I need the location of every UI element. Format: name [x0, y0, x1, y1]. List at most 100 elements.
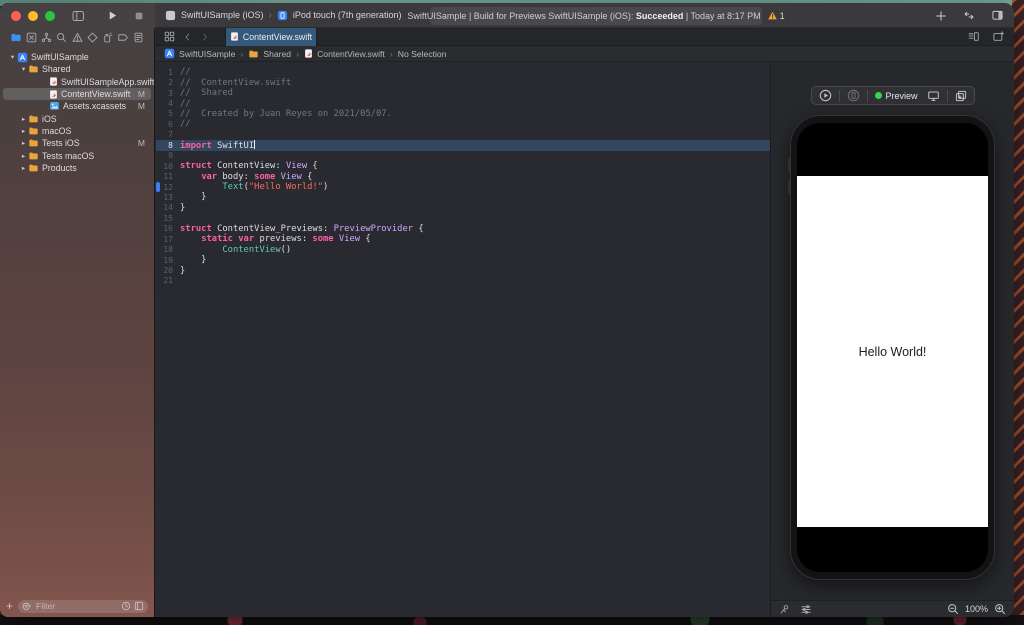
- line-number[interactable]: 16: [156, 224, 180, 233]
- go-back-icon[interactable]: [184, 32, 192, 42]
- code-line-13[interactable]: 13 }: [156, 192, 770, 202]
- library-add-icon[interactable]: [935, 10, 947, 22]
- tests-navigator-icon[interactable]: [87, 32, 98, 43]
- line-number[interactable]: 19: [156, 256, 180, 265]
- tree-item-swiftuisampleapp-swift[interactable]: SwiftUISampleApp.swift: [3, 76, 154, 88]
- toggle-navigator-icon[interactable]: [71, 10, 85, 22]
- tree-item-tests-macos[interactable]: ▸ Tests macOS: [3, 149, 151, 161]
- scm-status-filter-icon[interactable]: [134, 601, 144, 611]
- disclosure-right-icon[interactable]: ▸: [19, 127, 28, 135]
- line-number[interactable]: 1: [156, 68, 180, 77]
- code-line-12[interactable]: 12 Text("Hello World!"): [156, 182, 770, 192]
- code-line-2[interactable]: 2// ContentView.swift: [156, 77, 770, 88]
- tree-item-products[interactable]: ▸ Products: [3, 162, 151, 174]
- line-number[interactable]: 20: [156, 266, 180, 275]
- disclosure-down-icon[interactable]: ▾: [8, 53, 17, 61]
- code-line-20[interactable]: 20}: [156, 265, 770, 276]
- source-control-navigator-icon[interactable]: [26, 32, 37, 43]
- code-line-9[interactable]: 9: [156, 151, 770, 161]
- related-items-icon[interactable]: [164, 31, 175, 42]
- disclosure-right-icon[interactable]: ▸: [19, 139, 28, 147]
- tree-item-macos[interactable]: ▸ macOS: [3, 125, 151, 137]
- canvas-adjustments-icon[interactable]: [800, 604, 812, 615]
- inspector-panel-icon[interactable]: [991, 10, 1004, 21]
- zoom-out-icon[interactable]: [947, 603, 959, 615]
- code-line-16[interactable]: 16 struct ContentView_Previews: PreviewPr…: [156, 224, 770, 234]
- issues-navigator-icon[interactable]: [72, 32, 83, 43]
- disclosure-down-icon[interactable]: ▾: [19, 65, 28, 73]
- go-forward-icon[interactable]: [201, 32, 209, 42]
- filter-field[interactable]: Filter: [18, 599, 148, 613]
- warning-badge[interactable]: 1: [767, 11, 785, 21]
- disclosure-right-icon[interactable]: ▸: [19, 152, 28, 160]
- tree-item-ios[interactable]: ▸ iOS: [3, 112, 151, 124]
- code-line-15[interactable]: 15: [156, 213, 770, 223]
- run-button[interactable]: [107, 10, 118, 21]
- breakpoints-navigator-icon[interactable]: [117, 32, 129, 43]
- code-line-6[interactable]: 6//: [156, 119, 770, 129]
- code-line-8[interactable]: 8 import SwiftUI: [156, 139, 770, 151]
- code-line-14[interactable]: 14}: [156, 203, 770, 213]
- tree-item-tests-ios[interactable]: ▸ Tests iOS M: [3, 137, 151, 149]
- source-code-editor[interactable]: 1//2// ContentView.swift 3// Shared 4//5//…: [156, 62, 770, 617]
- scheme-project-label[interactable]: SwiftUISample (iOS): [181, 10, 264, 20]
- line-number[interactable]: 18: [156, 245, 180, 254]
- line-number[interactable]: 6: [156, 120, 180, 129]
- line-number[interactable]: 4: [156, 99, 180, 108]
- preview-on-device-button[interactable]: [925, 87, 947, 104]
- line-number[interactable]: 5: [156, 109, 180, 118]
- tree-item-assets-xcassets[interactable]: Assets.xcassets M: [3, 100, 151, 112]
- tree-item-contentview-swift[interactable]: ContentView.swift M: [3, 87, 151, 101]
- close-window-button[interactable]: [11, 10, 21, 21]
- code-line-10[interactable]: 10 struct ContentView: View {: [156, 161, 770, 171]
- code-line-17[interactable]: 17 static var previews: some View {: [156, 234, 770, 244]
- line-number[interactable]: 8: [156, 141, 180, 150]
- breadcrumb-contentview-swift[interactable]: ContentView.swift: [304, 48, 385, 59]
- line-number[interactable]: 2: [156, 78, 180, 87]
- disclosure-right-icon[interactable]: ▸: [19, 164, 28, 172]
- line-number[interactable]: 13: [156, 193, 180, 202]
- editor-arrows-icon[interactable]: [962, 10, 976, 21]
- find-navigator-icon[interactable]: [56, 32, 67, 43]
- live-preview-button[interactable]: [811, 87, 838, 104]
- reports-navigator-icon[interactable]: [133, 32, 144, 43]
- code-line-18[interactable]: 18 ContentView(): [156, 244, 770, 255]
- line-number[interactable]: 21: [156, 276, 180, 285]
- tab-contentview-swift[interactable]: ContentView.swift: [225, 27, 317, 46]
- line-number[interactable]: 11: [156, 172, 180, 181]
- zoom-in-icon[interactable]: [994, 603, 1006, 615]
- device-preview-button[interactable]: [839, 87, 866, 104]
- scheme-selector[interactable]: SwiftUISample (iOS) › iPod touch (7th ge…: [165, 10, 401, 21]
- code-line-1[interactable]: 1//: [156, 67, 770, 77]
- code-line-5[interactable]: 5// Created by Juan Reyes on 2021/05/07.: [156, 109, 770, 119]
- tree-item-shared[interactable]: ▾ Shared: [3, 63, 151, 75]
- line-number[interactable]: 10: [156, 162, 180, 171]
- filter-funnel-icon[interactable]: [22, 601, 33, 612]
- breadcrumb-no-selection[interactable]: No Selection: [398, 49, 447, 59]
- code-line-19[interactable]: 19 }: [156, 255, 770, 265]
- tree-item-swiftuisample[interactable]: ▾ SwiftUISample: [3, 51, 151, 63]
- scheme-device-label[interactable]: iPod touch (7th generation): [293, 10, 402, 20]
- line-number[interactable]: 7: [156, 130, 180, 139]
- breadcrumb-shared[interactable]: Shared: [248, 49, 291, 59]
- add-editor-icon[interactable]: [992, 31, 1005, 42]
- line-number[interactable]: 3: [156, 89, 180, 98]
- activity-status-bar[interactable]: SwiftUISample | Build for Previews Swift…: [407, 6, 785, 25]
- editor-options-icon[interactable]: [967, 31, 980, 42]
- symbols-navigator-icon[interactable]: [41, 32, 52, 43]
- line-number[interactable]: 9: [156, 151, 180, 160]
- recent-files-filter-icon[interactable]: [121, 601, 131, 611]
- code-line-3[interactable]: 3// Shared: [156, 88, 770, 98]
- code-line-11[interactable]: 11 var body: some View {: [156, 171, 770, 182]
- line-number[interactable]: 17: [156, 235, 180, 244]
- line-number[interactable]: 15: [156, 214, 180, 223]
- code-line-4[interactable]: 4//: [156, 98, 770, 109]
- duplicate-preview-button[interactable]: [948, 87, 974, 104]
- breadcrumb-swiftuisample[interactable]: SwiftUISample: [164, 48, 235, 59]
- zoom-level-label[interactable]: 100%: [965, 604, 988, 614]
- add-file-button[interactable]: +: [6, 600, 13, 612]
- debug-navigator-icon[interactable]: [102, 32, 113, 43]
- line-number[interactable]: 14: [156, 203, 180, 212]
- line-number[interactable]: 12: [156, 183, 180, 192]
- code-line-7[interactable]: 7: [156, 130, 770, 140]
